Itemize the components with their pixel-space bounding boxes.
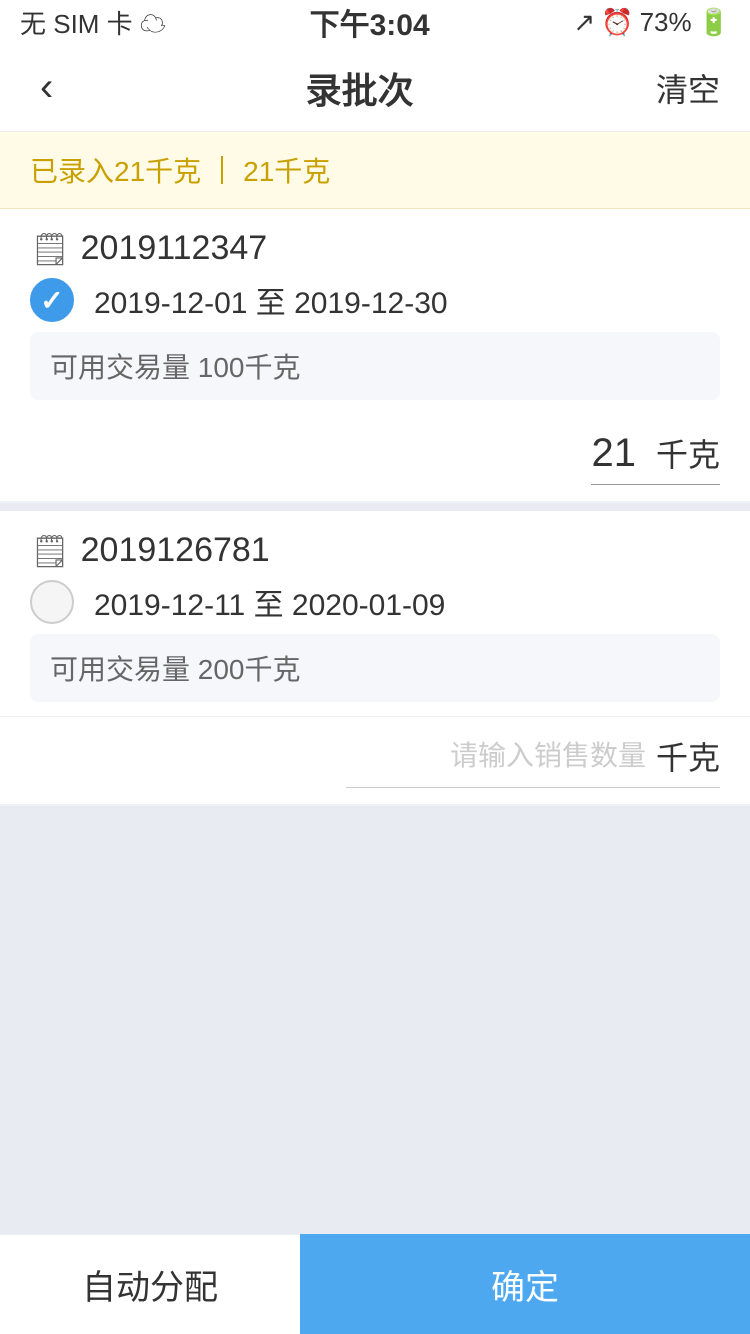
- radio-button-2[interactable]: [30, 580, 74, 624]
- back-button[interactable]: ‹: [30, 55, 63, 120]
- batch-item-2: 🗒 2019126781 2019-12-11 至 2020-01-09 可用交…: [0, 511, 750, 804]
- batch-date-2: 2019-12-11 至 2020-01-09: [94, 580, 445, 624]
- batch-date-1: 2019-12-01 至 2019-12-30: [94, 278, 448, 322]
- input-row-2: 千克: [0, 716, 750, 804]
- item-separator: [0, 503, 750, 511]
- unit-2: 千克: [656, 733, 720, 779]
- location-icon: ↗: [573, 7, 595, 38]
- batch-id-2: 2019126781: [81, 531, 270, 570]
- input-underline-2: 千克: [346, 733, 720, 788]
- quantity-input-2[interactable]: [346, 739, 646, 773]
- recorded-amount-value: 21千克: [243, 150, 330, 190]
- battery-level: 73%: [640, 7, 692, 38]
- batch-item-1: 🗒 2019112347 2019-12-01 至 2019-12-30 可用交…: [0, 209, 750, 501]
- status-left: 无 SIM 卡 ☁: [20, 4, 166, 41]
- clear-button[interactable]: 清空: [656, 65, 720, 111]
- auto-distribute-button[interactable]: 自动分配: [0, 1234, 300, 1334]
- status-bar: 无 SIM 卡 ☁ 下午3:04 ↗ ⏰ 73% 🔋: [0, 0, 750, 44]
- batch-date-row-1[interactable]: 2019-12-01 至 2019-12-30: [0, 268, 750, 332]
- value-row-1: 21 千克: [0, 414, 750, 501]
- unit-1: 千克: [656, 430, 720, 476]
- battery-icon: 🔋: [698, 7, 730, 38]
- status-right: ↗ ⏰ 73% 🔋: [573, 7, 730, 38]
- spacer-area: [0, 806, 750, 1236]
- batch-date-row-2[interactable]: 2019-12-11 至 2020-01-09: [0, 570, 750, 634]
- recorded-amount-label: 已录入21千克: [30, 150, 201, 190]
- nav-bar: ‹ 录批次 清空: [0, 44, 750, 132]
- batch-doc-icon-2: 🗒: [30, 532, 71, 570]
- sim-status: 无 SIM 卡 ☁: [20, 4, 166, 41]
- batch-doc-icon-1: 🗒: [30, 230, 71, 268]
- batch-header-1: 🗒 2019112347: [0, 209, 750, 268]
- batch-header-2: 🗒 2019126781: [0, 511, 750, 570]
- radio-button-1[interactable]: [30, 278, 74, 322]
- batch-id-1: 2019112347: [81, 229, 268, 268]
- bottom-bar: 自动分配 确定: [0, 1234, 750, 1334]
- alarm-icon: ⏰: [601, 7, 633, 38]
- info-banner: 已录入21千克 21千克: [0, 132, 750, 209]
- status-time: 下午3:04: [310, 0, 430, 44]
- input-value-1: 21: [591, 431, 636, 476]
- banner-divider: [221, 156, 223, 184]
- confirm-button[interactable]: 确定: [300, 1234, 750, 1334]
- batch-qty-1: 可用交易量 100千克: [30, 332, 720, 400]
- batch-qty-2: 可用交易量 200千克: [30, 634, 720, 702]
- page-title: 录批次: [306, 62, 414, 114]
